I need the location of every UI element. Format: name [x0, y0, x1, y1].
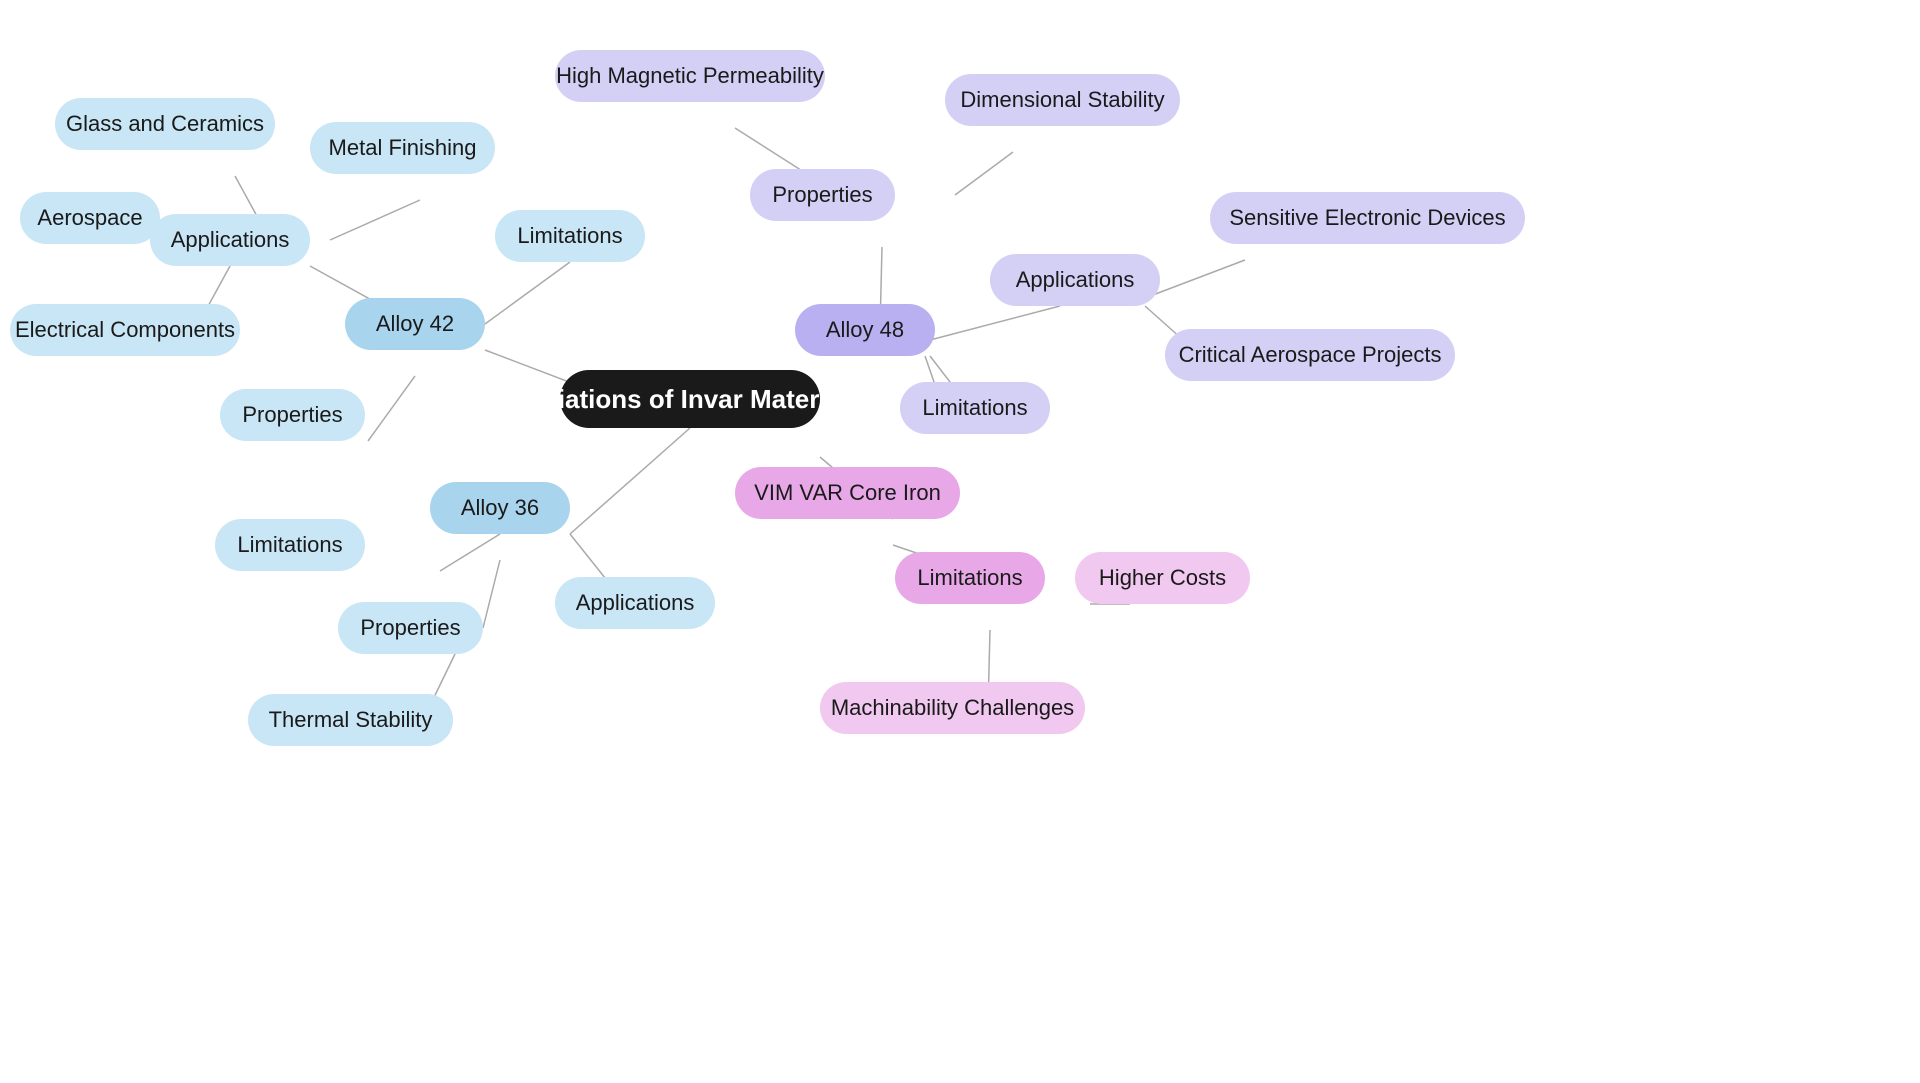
- critical-aerospace-node: Critical Aerospace Projects: [1165, 329, 1455, 381]
- alloy48-applications-node: Applications: [990, 254, 1160, 306]
- alloy42-properties-node: Properties: [220, 389, 365, 441]
- sensitive-electronic-node: Sensitive Electronic Devices: [1210, 192, 1525, 244]
- glass-ceramics-node: Glass and Ceramics: [55, 98, 275, 150]
- alloy48-node: Alloy 48: [795, 304, 935, 356]
- electrical-components-node: Electrical Components: [10, 304, 240, 356]
- alloy36-properties-node: Properties: [338, 602, 483, 654]
- metal-finishing-node: Metal Finishing: [310, 122, 495, 174]
- alloy36-node: Alloy 36: [430, 482, 570, 534]
- alloy36-limitations-node: Limitations: [215, 519, 365, 571]
- alloy36-applications-node: Applications: [555, 577, 715, 629]
- dimensional-stability-node: Dimensional Stability: [945, 74, 1180, 126]
- vim-var-node: VIM VAR Core Iron: [735, 467, 960, 519]
- high-magnetic-node: High Magnetic Permeability: [555, 50, 825, 102]
- higher-costs-node: Higher Costs: [1075, 552, 1250, 604]
- thermal-stability-node: Thermal Stability: [248, 694, 453, 746]
- alloy42-node: Alloy 42: [345, 298, 485, 350]
- alloy42-limitations-node: Limitations: [495, 210, 645, 262]
- alloy42-applications-node: Applications: [150, 214, 310, 266]
- alloy48-limitations-node: Limitations: [900, 382, 1050, 434]
- vim-var-limitations-node: Limitations: [895, 552, 1045, 604]
- machinability-node: Machinability Challenges: [820, 682, 1085, 734]
- center-node: Variations of Invar Materials: [560, 370, 820, 428]
- aerospace-node: Aerospace: [20, 192, 160, 244]
- alloy48-properties-node: Properties: [750, 169, 895, 221]
